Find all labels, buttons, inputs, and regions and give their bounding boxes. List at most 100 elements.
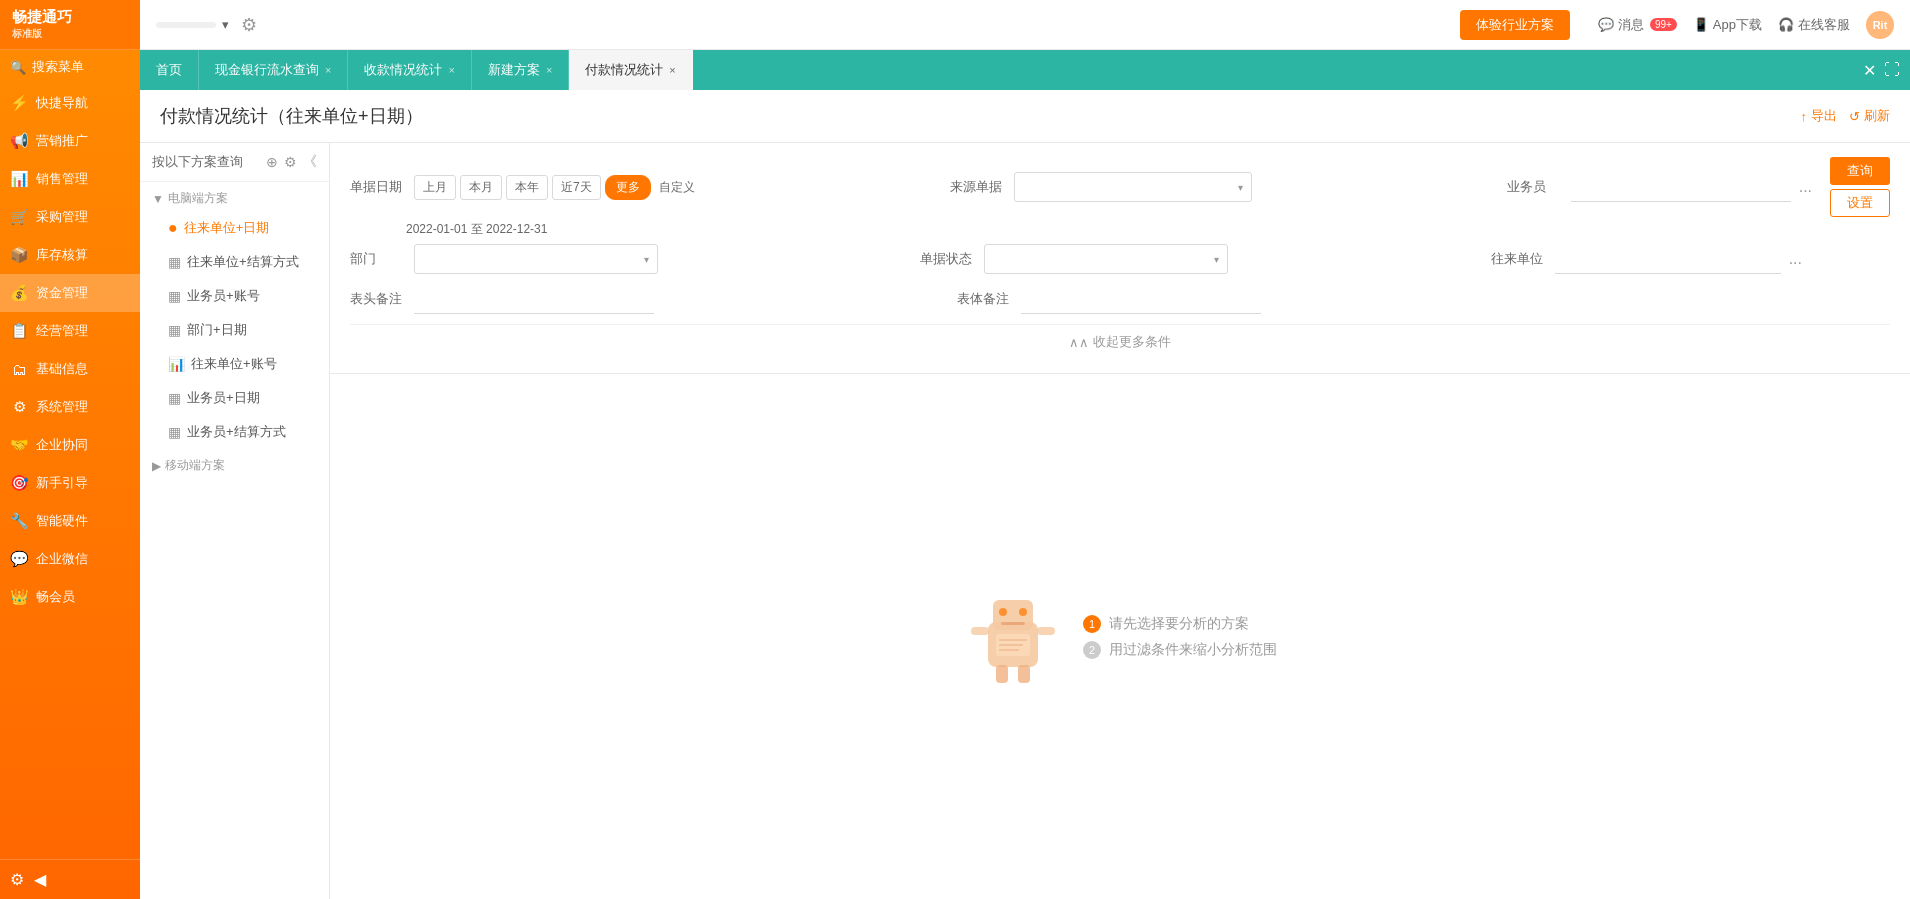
sidebar-label: 智能硬件	[36, 512, 88, 530]
topbar-settings-icon[interactable]: ⚙	[241, 14, 257, 36]
refresh-action[interactable]: ↺ 刷新	[1849, 107, 1890, 125]
sidebar-label: 销售管理	[36, 170, 88, 188]
company-selector[interactable]: ▾	[156, 17, 229, 32]
unit-dots[interactable]: ...	[1789, 250, 1802, 268]
tab-receipt-close[interactable]: ×	[448, 64, 454, 76]
sidebar-item-wecom[interactable]: 💬 企业微信	[0, 540, 140, 578]
svg-rect-1	[993, 600, 1033, 630]
tab-payment[interactable]: 付款情况统计 ×	[569, 50, 692, 90]
date-btn-this-year[interactable]: 本年	[506, 175, 548, 200]
query-button[interactable]: 查询	[1830, 157, 1890, 185]
page-title: 付款情况统计（往来单位+日期）	[160, 104, 423, 128]
sidebar-item-member[interactable]: 👑 畅会员	[0, 578, 140, 616]
add-scheme-icon[interactable]: ⊕	[266, 154, 278, 170]
scheme-active-icon: ●	[168, 219, 178, 237]
sidebar-item-quick-nav[interactable]: ⚡ 快捷导航	[0, 84, 140, 122]
tip-text-1: 请先选择要分析的方案	[1109, 615, 1249, 633]
scheme-item-staff-account[interactable]: ▦ 业务员+账号	[140, 279, 329, 313]
scheme-item-unit-date[interactable]: ● 往来单位+日期	[140, 211, 329, 245]
tabs-end-actions: ✕ ⛶	[1853, 61, 1910, 80]
date-btn-last-7[interactable]: 近7天	[552, 175, 601, 200]
left-panel-title: 按以下方案查询	[152, 153, 243, 171]
export-icon: ↑	[1801, 109, 1808, 124]
close-all-tabs-icon[interactable]: ✕	[1863, 61, 1876, 80]
sidebar-item-hardware[interactable]: 🔧 智能硬件	[0, 502, 140, 540]
staff-dots[interactable]: ...	[1799, 178, 1812, 196]
scheme-item-staff-date[interactable]: ▦ 业务员+日期	[140, 381, 329, 415]
sidebar-item-inventory[interactable]: 📦 库存核算	[0, 236, 140, 274]
settings-button[interactable]: 设置	[1830, 189, 1890, 217]
left-panel: 按以下方案查询 ⊕ ⚙ 《 ▼ 电脑端方案 ● 往来单位+日期	[140, 143, 330, 899]
header-note-input[interactable]	[414, 284, 654, 314]
unit-filter-label: 往来单位	[1491, 250, 1547, 268]
tab-bank-close[interactable]: ×	[325, 64, 331, 76]
message-action[interactable]: 💬 消息 99+	[1598, 16, 1677, 34]
tab-new-plan-label: 新建方案	[488, 61, 540, 79]
trial-btn[interactable]: 体验行业方案	[1460, 10, 1570, 40]
scheme-group-arrow[interactable]: ▼	[152, 192, 164, 206]
tab-new-plan-close[interactable]: ×	[546, 64, 552, 76]
staff-filter-input[interactable]	[1571, 172, 1791, 202]
sidebar-label: 资金管理	[36, 284, 88, 302]
sidebar-item-basicinfo[interactable]: 🗂 基础信息	[0, 350, 140, 388]
scheme-mobile-arrow[interactable]: ▶	[152, 459, 161, 473]
sidebar-item-operations[interactable]: 📋 经营管理	[0, 312, 140, 350]
app-download-action[interactable]: 📱 App下载	[1693, 16, 1762, 34]
collapse-sidebar-icon[interactable]: ◀	[34, 870, 46, 889]
date-btn-this-month[interactable]: 本月	[460, 175, 502, 200]
sidebar-item-enterprise[interactable]: 🤝 企业协同	[0, 426, 140, 464]
sidebar-bottom: ⚙ ◀	[0, 859, 140, 899]
tab-payment-close[interactable]: ×	[669, 64, 675, 76]
sidebar-item-guide[interactable]: 🎯 新手引导	[0, 464, 140, 502]
date-btn-last-month[interactable]: 上月	[414, 175, 456, 200]
body-note-input[interactable]	[1021, 284, 1261, 314]
sidebar-label: 企业微信	[36, 550, 88, 568]
source-select-arrow: ▾	[1238, 182, 1243, 193]
scheme-group-label: 电脑端方案	[168, 190, 228, 207]
hardware-icon: 🔧	[10, 512, 28, 530]
maximize-icon[interactable]: ⛶	[1884, 61, 1900, 79]
sidebar-item-marketing[interactable]: 📢 营销推广	[0, 122, 140, 160]
page-content: 付款情况统计（往来单位+日期） ↑ 导出 ↺ 刷新 按以下方案查询 ⊕	[140, 90, 1910, 899]
sidebar-item-purchase[interactable]: 🛒 采购管理	[0, 198, 140, 236]
app-icon: 📱	[1693, 17, 1709, 32]
scheme-settings-icon[interactable]: ⚙	[284, 154, 297, 170]
tab-bank-label: 现金银行流水查询	[215, 61, 319, 79]
body-note-label: 表体备注	[957, 290, 1013, 308]
date-custom-label: 自定义	[659, 179, 695, 196]
tab-home[interactable]: 首页	[140, 50, 199, 90]
collapse-more-btn[interactable]: ∧∧ 收起更多条件	[350, 324, 1890, 359]
search-menu-button[interactable]: 🔍 搜索菜单	[0, 50, 140, 84]
date-btn-more[interactable]: 更多	[605, 175, 651, 200]
sidebar-item-finance[interactable]: 💰 资金管理	[0, 274, 140, 312]
dropdown-icon[interactable]: ▾	[222, 17, 229, 32]
dept-select[interactable]: ▾	[414, 244, 658, 274]
tip-text-2: 用过滤条件来缩小分析范围	[1109, 641, 1277, 659]
date-range-value: 2022-01-01 至 2022-12-31	[406, 221, 547, 238]
sidebar-label: 系统管理	[36, 398, 88, 416]
support-action[interactable]: 🎧 在线客服	[1778, 16, 1850, 34]
tab-new-plan[interactable]: 新建方案 ×	[472, 50, 569, 90]
scheme-item-unit-payment[interactable]: ▦ 往来单位+结算方式	[140, 245, 329, 279]
scheme-item-label: 业务员+结算方式	[187, 423, 286, 441]
purchase-icon: 🛒	[10, 208, 28, 226]
unit-filter-input[interactable]	[1555, 244, 1781, 274]
scheme-item-staff-payment[interactable]: ▦ 业务员+结算方式	[140, 415, 329, 449]
user-avatar[interactable]: Rit	[1866, 11, 1894, 39]
scheme-item-unit-account[interactable]: 📊 往来单位+账号	[140, 347, 329, 381]
collapse-left-icon[interactable]: 《	[303, 153, 317, 171]
source-select[interactable]: ▾	[1014, 172, 1252, 202]
right-panel: 单据日期 上月 本月 本年 近7天 更多 自定义 来源单据	[330, 143, 1910, 899]
finance-icon: 💰	[10, 284, 28, 302]
sidebar-item-sales[interactable]: 📊 销售管理	[0, 160, 140, 198]
filter-row-3: 表头备注 表体备注	[350, 284, 1890, 314]
staff-filter-label: 业务员	[1507, 178, 1563, 196]
scheme-item-dept-date[interactable]: ▦ 部门+日期	[140, 313, 329, 347]
tab-receipt[interactable]: 收款情况统计 ×	[348, 50, 471, 90]
tab-bank[interactable]: 现金银行流水查询 ×	[199, 50, 348, 90]
settings-bottom-icon[interactable]: ⚙	[10, 870, 24, 889]
export-action[interactable]: ↑ 导出	[1801, 107, 1838, 125]
sidebar-item-system[interactable]: ⚙ 系统管理	[0, 388, 140, 426]
tip-num-1: 1	[1083, 615, 1101, 633]
voucher-status-select[interactable]: ▾	[984, 244, 1228, 274]
